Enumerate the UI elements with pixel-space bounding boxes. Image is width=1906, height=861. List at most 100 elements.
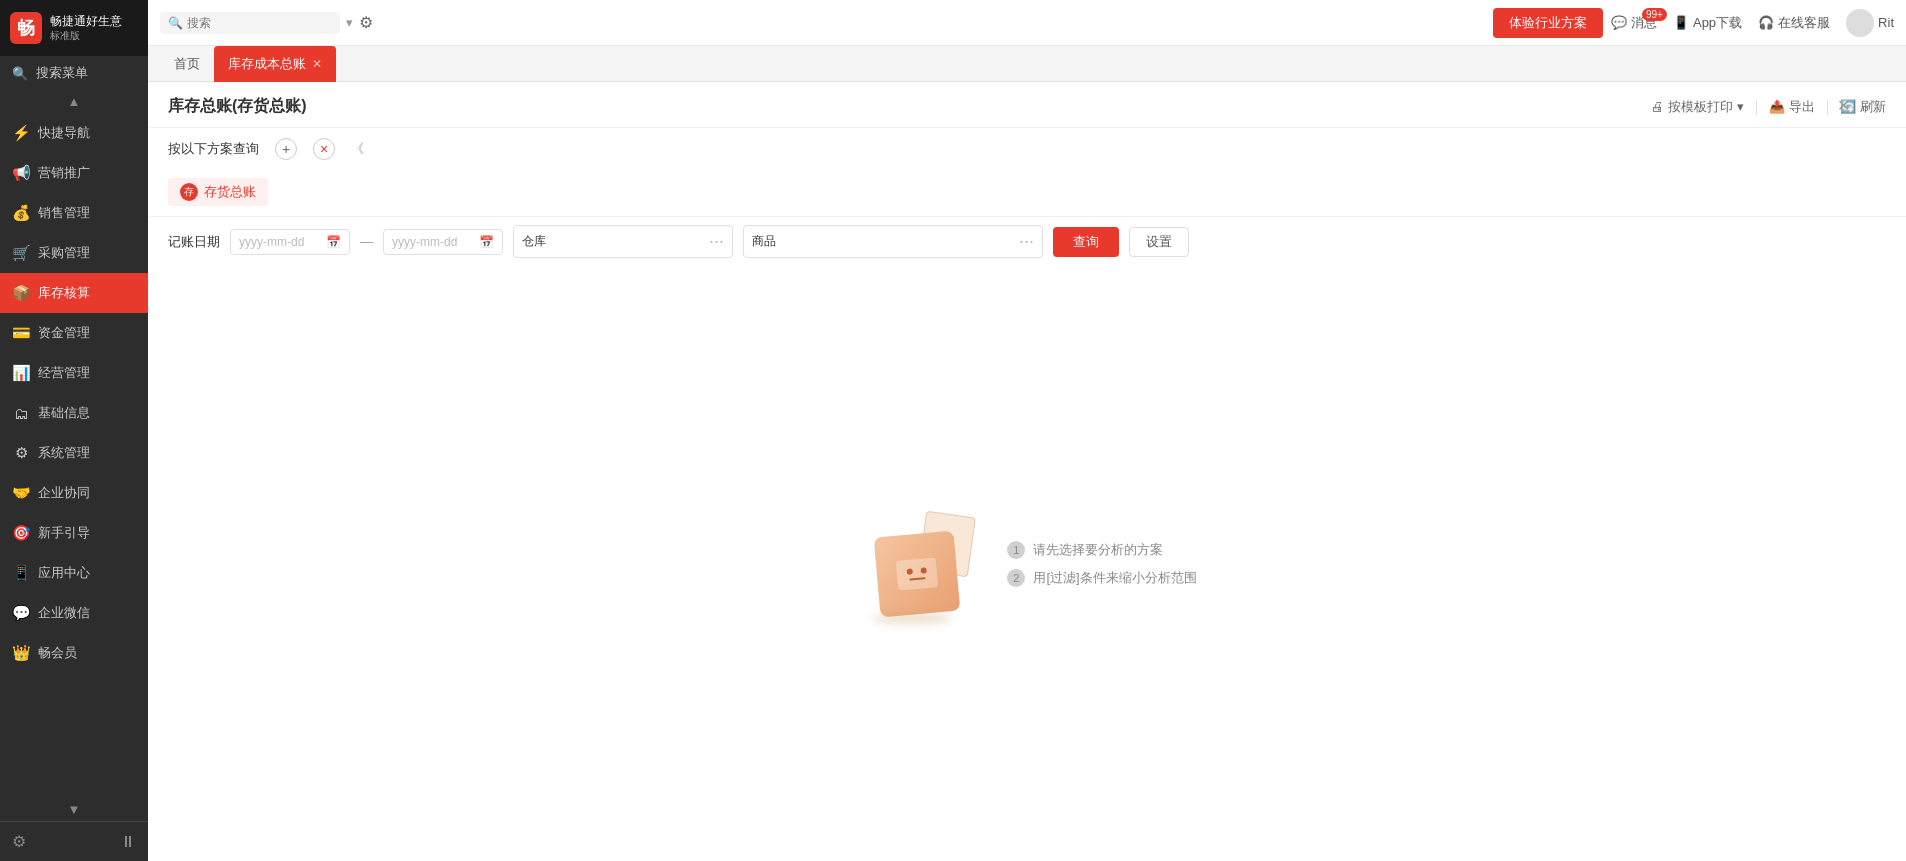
online-service-btn[interactable]: 🎧 在线客服 xyxy=(1758,14,1830,32)
user-area[interactable]: Rit xyxy=(1846,9,1894,37)
sidebar-item-basic[interactable]: 🗂 基础信息 xyxy=(0,393,148,433)
enterprise-wechat-nav-icon: 💬 xyxy=(12,604,30,622)
online-service-label: 在线客服 xyxy=(1778,14,1830,32)
filter-fold-btn[interactable]: 《 xyxy=(351,140,364,158)
scheme-item-inventory-ledger[interactable]: 存 存货总账 xyxy=(168,178,268,206)
message-badge: 99+ xyxy=(1642,8,1667,21)
date-end-placeholder: yyyy-mm-dd xyxy=(392,235,457,249)
print-btn[interactable]: 🖨 按模板打印 ▾ xyxy=(1651,98,1744,116)
empty-illustration xyxy=(857,504,977,624)
sidebar-item-operations[interactable]: 📊 经营管理 xyxy=(0,353,148,393)
marketing-nav-icon: 📢 xyxy=(12,164,30,182)
sidebar-item-inventory[interactable]: 📦 库存核算 xyxy=(0,273,148,313)
sidebar-item-purchase[interactable]: 🛒 采购管理 xyxy=(0,233,148,273)
filter-add-btn[interactable]: + xyxy=(275,138,297,160)
sidebar-item-app-center[interactable]: 📱 应用中心 xyxy=(0,553,148,593)
filter-del-btn[interactable]: × xyxy=(313,138,335,160)
product-label: 商品 xyxy=(752,233,776,250)
sidebar: 畅 畅捷通好生意 标准版 🔍 搜索菜单 ▲ ⚡ 快捷导航 📢 营销推广 💰 销售… xyxy=(0,0,148,861)
sidebar-logo: 畅 畅捷通好生意 标准版 xyxy=(0,0,148,56)
topbar-search-area: 🔍 ▾ ⚙ xyxy=(160,12,1485,34)
page-header-actions: 🖨 按模板打印 ▾ 📤 导出 🔄 刷新 xyxy=(1651,98,1886,116)
tab-home-label: 首页 xyxy=(174,55,200,73)
eye-right xyxy=(921,567,928,574)
scroll-down-btn[interactable]: ▼ xyxy=(0,798,148,821)
tab-home[interactable]: 首页 xyxy=(160,46,214,82)
sidebar-item-enterprise-wechat[interactable]: 💬 企业微信 xyxy=(0,593,148,633)
system-nav-icon: ⚙ xyxy=(12,444,30,462)
box-mouth xyxy=(910,577,926,580)
username-label: Rit xyxy=(1878,15,1894,30)
sidebar-item-system[interactable]: ⚙ 系统管理 xyxy=(0,433,148,473)
sidebar-item-shortcut[interactable]: ⚡ 快捷导航 xyxy=(0,113,148,153)
printer-icon: 🖨 xyxy=(1651,99,1664,114)
app-download-label: App下载 xyxy=(1693,14,1742,32)
filter-area: 按以下方案查询 + × 《 存 存货总账 xyxy=(148,128,1906,217)
member-nav-icon: 👑 xyxy=(12,644,30,662)
phone-icon: 📱 xyxy=(1673,15,1689,30)
operations-nav-icon: 📊 xyxy=(12,364,30,382)
basic-nav-label: 基础信息 xyxy=(38,404,90,422)
print-label: 按模板打印 xyxy=(1668,98,1733,116)
topbar-search-box[interactable]: 🔍 xyxy=(160,12,340,34)
tab-inventory-cost[interactable]: 库存成本总账 ✕ xyxy=(214,46,336,82)
export-btn[interactable]: 📤 导出 xyxy=(1769,98,1815,116)
newbie-nav-label: 新手引导 xyxy=(38,524,90,542)
sidebar-item-finance[interactable]: 💳 资金管理 xyxy=(0,313,148,353)
sidebar-item-cooperation[interactable]: 🤝 企业协同 xyxy=(0,473,148,513)
scroll-up-btn[interactable]: ▲ xyxy=(0,90,148,113)
basic-nav-icon: 🗂 xyxy=(12,404,30,422)
panel-expand-btn[interactable]: ⤢ xyxy=(1864,96,1876,112)
app-download-btn[interactable]: 📱 App下载 xyxy=(1673,14,1742,32)
tab-close-icon[interactable]: ✕ xyxy=(312,57,322,71)
sidebar-item-marketing[interactable]: 📢 营销推广 xyxy=(0,153,148,193)
topbar-gear-icon[interactable]: ⚙ xyxy=(359,13,373,32)
trial-industry-btn[interactable]: 体验行业方案 xyxy=(1493,8,1603,38)
date-end-input[interactable]: yyyy-mm-dd 📅 xyxy=(383,229,503,255)
settings-icon[interactable]: ⚙ xyxy=(12,832,26,851)
search-menu-label: 搜索菜单 xyxy=(36,64,88,82)
search-icon-topbar: 🔍 xyxy=(168,16,183,30)
empty-box xyxy=(874,530,961,617)
sidebar-item-newbie[interactable]: 🎯 新手引导 xyxy=(0,513,148,553)
sidebar-item-member[interactable]: 👑 畅会员 xyxy=(0,633,148,673)
empty-hint-list: 1 请先选择要分析的方案 2 用[过滤]条件来缩小分析范围 xyxy=(1007,541,1196,587)
product-input[interactable]: 商品 ··· xyxy=(743,225,1043,258)
finance-nav-label: 资金管理 xyxy=(38,324,90,342)
filter-label: 按以下方案查询 xyxy=(168,140,259,158)
page-title: 库存总账(存货总账) xyxy=(168,96,307,117)
scheme-item-label: 存货总账 xyxy=(204,183,256,201)
hint-num-2: 2 xyxy=(1007,569,1025,587)
app-logo-icon: 畅 xyxy=(10,12,42,44)
app-center-nav-label: 应用中心 xyxy=(38,564,90,582)
page-header: 库存总账(存货总账) 🖨 按模板打印 ▾ 📤 导出 🔄 刷新 ✕ xyxy=(148,82,1906,128)
export-icon: 📤 xyxy=(1769,99,1785,114)
product-more-icon: ··· xyxy=(1019,231,1034,252)
date-start-input[interactable]: yyyy-mm-dd 📅 xyxy=(230,229,350,255)
finance-nav-icon: 💳 xyxy=(12,324,30,342)
topbar-chevron-icon[interactable]: ▾ xyxy=(346,15,353,30)
system-nav-label: 系统管理 xyxy=(38,444,90,462)
sidebar-search-menu[interactable]: 🔍 搜索菜单 xyxy=(0,56,148,90)
message-btn[interactable]: 💬 消息 99+ xyxy=(1611,14,1657,32)
hint-text-2: 用[过滤]条件来缩小分析范围 xyxy=(1033,569,1196,587)
topbar-search-input[interactable] xyxy=(187,16,317,30)
filter-scheme-row: 按以下方案查询 + × 《 xyxy=(148,128,1906,170)
newbie-nav-icon: 🎯 xyxy=(12,524,30,542)
calendar-start-icon: 📅 xyxy=(326,235,341,249)
panel-close-btn[interactable]: ✕ xyxy=(1837,96,1850,115)
warehouse-input[interactable]: 仓库 ··· xyxy=(513,225,733,258)
export-label: 导出 xyxy=(1789,98,1815,116)
query-btn[interactable]: 查询 xyxy=(1053,227,1119,257)
app-title: 畅捷通好生意 xyxy=(50,13,122,30)
empty-state: 1 请先选择要分析的方案 2 用[过滤]条件来缩小分析范围 xyxy=(148,266,1906,861)
enterprise-wechat-nav-label: 企业微信 xyxy=(38,604,90,622)
app-center-nav-icon: 📱 xyxy=(12,564,30,582)
settings-btn[interactable]: 设置 xyxy=(1129,227,1189,257)
date-filter-row: 记账日期 yyyy-mm-dd 📅 — yyyy-mm-dd 📅 仓库 ··· … xyxy=(148,217,1906,266)
sidebar-item-sales[interactable]: 💰 销售管理 xyxy=(0,193,148,233)
member-nav-label: 畅会员 xyxy=(38,644,77,662)
audio-icon[interactable]: ⏸ xyxy=(120,833,136,851)
divider2 xyxy=(1827,99,1828,115)
main-content: 🔍 ▾ ⚙ 体验行业方案 💬 消息 99+ 📱 App下载 🎧 在线客服 xyxy=(148,0,1906,861)
